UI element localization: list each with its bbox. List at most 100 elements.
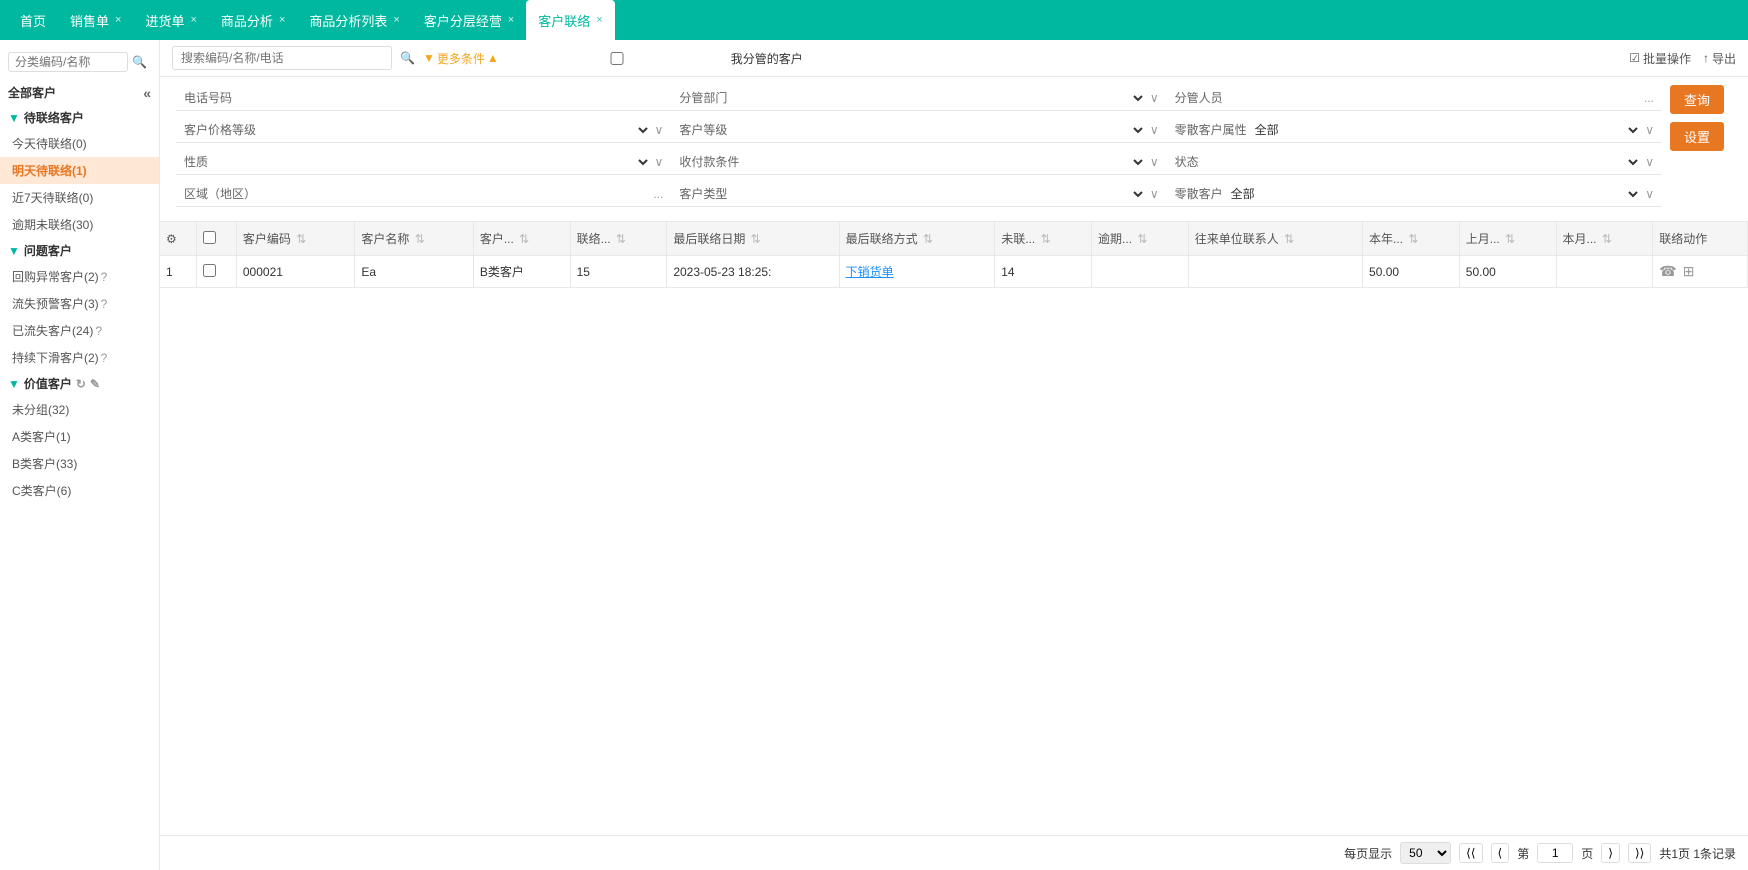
- close-purchase-icon[interactable]: ×: [190, 14, 196, 26]
- set-button[interactable]: 设置: [1670, 122, 1724, 151]
- th-last-date[interactable]: 最后联络日期 ⇅: [667, 222, 839, 256]
- row-action-phone-icon[interactable]: ☎: [1659, 263, 1676, 280]
- group-value-customers[interactable]: ▼ 价值客户 ↻ ✎: [0, 371, 159, 396]
- sidebar-item-7days[interactable]: 近7天待联络(0): [0, 184, 159, 211]
- nav-purchase[interactable]: 进货单 ×: [133, 0, 208, 40]
- th-last-method[interactable]: 最后联络方式 ⇅: [839, 222, 995, 256]
- batch-ops-label: 批量操作: [1643, 50, 1691, 67]
- top-right-actions: ☑ 批量操作 ↑ 导出: [1629, 50, 1736, 67]
- search-input[interactable]: [172, 46, 392, 70]
- th-category[interactable]: 客户... ⇅: [473, 222, 570, 256]
- th-code[interactable]: 客户编码 ⇅: [236, 222, 354, 256]
- retail-attr-select[interactable]: 全部: [1251, 122, 1642, 138]
- person-input[interactable]: [1227, 91, 1640, 105]
- edit-icon[interactable]: ✎: [90, 377, 100, 391]
- th-this-month[interactable]: 本月... ⇅: [1556, 222, 1653, 256]
- sort-lmo-icon: ⇅: [1505, 232, 1515, 246]
- close-sales-icon[interactable]: ×: [115, 14, 121, 26]
- adv-filter-row-3: 性质 ∨ 收付款条件 ∨ 状态 ∨: [176, 149, 1662, 175]
- nav-customer-contact[interactable]: 客户联络 ×: [526, 0, 614, 40]
- filter-cust-level: 客户等级 ∨: [671, 117, 1166, 143]
- th-uncontacted[interactable]: 未联... ⇅: [995, 222, 1092, 256]
- nav-product-list[interactable]: 商品分析列表 ×: [297, 0, 411, 40]
- sidebar-item-declining[interactable]: 持续下滑客户(2) ?: [0, 344, 159, 371]
- nav-customer-tier[interactable]: 客户分层经营 ×: [412, 0, 526, 40]
- sidebar-item-class-a[interactable]: A类客户(1): [0, 423, 159, 450]
- sidebar-item-class-c[interactable]: C类客户(6): [0, 477, 159, 504]
- price-level-select[interactable]: [260, 122, 651, 138]
- th-overdue[interactable]: 逾期... ⇅: [1091, 222, 1188, 256]
- price-chevron-icon: ∨: [655, 123, 664, 137]
- th-checkbox[interactable]: [196, 222, 236, 256]
- sidebar-item-class-b[interactable]: B类客户(33): [0, 450, 159, 477]
- my-customers-checkbox[interactable]: [507, 52, 727, 65]
- th-contact-person[interactable]: 往来单位联系人 ⇅: [1188, 222, 1362, 256]
- th-contact-count[interactable]: 联络... ⇅: [570, 222, 667, 256]
- cell-uncontacted: 14: [995, 256, 1092, 288]
- cell-last-method[interactable]: 下销货单: [839, 256, 995, 288]
- first-page-btn[interactable]: ⟨⟨: [1459, 843, 1482, 863]
- page-number-input[interactable]: [1537, 843, 1573, 863]
- th-settings[interactable]: ⚙: [160, 222, 196, 256]
- region-dots-icon[interactable]: ...: [653, 187, 663, 201]
- last-page-btn[interactable]: ⟩⟩: [1628, 843, 1651, 863]
- sidebar-item-overdue[interactable]: 逾期未联络(30): [0, 211, 159, 238]
- phone-input[interactable]: [236, 91, 663, 105]
- cust-type-select[interactable]: [731, 186, 1146, 202]
- group-value-label: 价值客户: [24, 375, 72, 392]
- filter-more-btn[interactable]: ▼ 更多条件 ▲: [423, 50, 499, 67]
- cell-category: B类客户: [473, 256, 570, 288]
- region-label: 区域（地区）: [184, 185, 256, 202]
- cust-type-chevron: ∨: [1150, 187, 1159, 201]
- close-tier-icon[interactable]: ×: [508, 14, 514, 26]
- row-actions-container: ☎ ⊞: [1659, 263, 1741, 280]
- close-list-icon[interactable]: ×: [393, 14, 399, 26]
- payment-select[interactable]: [743, 154, 1146, 170]
- prev-page-btn[interactable]: ⟨: [1491, 843, 1510, 863]
- region-input[interactable]: [260, 187, 649, 201]
- nav-sales[interactable]: 销售单 ×: [58, 0, 133, 40]
- filter-search-icon[interactable]: 🔍: [400, 51, 415, 65]
- sidebar-item-today[interactable]: 今天待联络(0): [0, 130, 159, 157]
- th-name[interactable]: 客户名称 ⇅: [355, 222, 473, 256]
- table-row: 1 000021 Ea B类客户 15 2023-05-23 18:25: 下销…: [160, 256, 1748, 288]
- th-last-month[interactable]: 上月... ⇅: [1459, 222, 1556, 256]
- cust-level-chevron: ∨: [1150, 123, 1159, 137]
- cust-level-select[interactable]: [731, 122, 1146, 138]
- person-dots-icon[interactable]: ...: [1644, 91, 1654, 105]
- group-problem-customers[interactable]: ▼ 问题客户: [0, 238, 159, 263]
- retail-attr-chevron: ∨: [1645, 123, 1654, 137]
- sidebar-item-repurchase[interactable]: 回购异常客户(2) ?: [0, 263, 159, 290]
- next-page-btn[interactable]: ⟩: [1601, 843, 1620, 863]
- close-contact-icon[interactable]: ×: [596, 14, 602, 26]
- th-this-year[interactable]: 本年... ⇅: [1363, 222, 1460, 256]
- filter-person: 分管人员 ...: [1167, 85, 1662, 111]
- status-select[interactable]: [1203, 154, 1642, 170]
- batch-ops-btn[interactable]: ☑ 批量操作: [1629, 50, 1691, 67]
- nav-home[interactable]: 首页: [8, 0, 58, 40]
- sidebar-item-ungrouped[interactable]: 未分组(32): [0, 396, 159, 423]
- dept-select[interactable]: [731, 90, 1146, 106]
- row-checkbox[interactable]: [203, 264, 216, 277]
- sidebar-search-icon[interactable]: 🔍: [132, 55, 147, 69]
- cell-checkbox[interactable]: [196, 256, 236, 288]
- nature-select[interactable]: [212, 154, 651, 170]
- row-action-more-icon[interactable]: ⊞: [1683, 263, 1695, 280]
- export-btn[interactable]: ↑ 导出: [1703, 50, 1736, 67]
- group-pending-contact[interactable]: ▼ 待联络客户: [0, 105, 159, 130]
- sidebar-item-churned[interactable]: 已流失客户(24) ?: [0, 317, 159, 344]
- refresh-icon[interactable]: ↻: [76, 377, 86, 391]
- select-all-checkbox[interactable]: [203, 231, 216, 244]
- sidebar-item-tomorrow[interactable]: 明天待联络(1): [0, 157, 159, 184]
- all-customers-header[interactable]: 全部客户 «: [0, 80, 159, 105]
- collapse-icon[interactable]: «: [143, 85, 151, 101]
- last-method-link[interactable]: 下销货单: [846, 265, 894, 279]
- sidebar-search-input[interactable]: [8, 52, 128, 72]
- sidebar-item-churn-warning[interactable]: 流失预警客户(3) ?: [0, 290, 159, 317]
- close-product-icon[interactable]: ×: [279, 14, 285, 26]
- retail-cust-select[interactable]: 全部: [1227, 186, 1642, 202]
- sidebar-search-container: 🔍: [0, 48, 159, 76]
- page-size-select[interactable]: 50 100 200: [1400, 842, 1451, 864]
- query-button[interactable]: 查询: [1670, 85, 1724, 114]
- nav-product-analysis[interactable]: 商品分析 ×: [209, 0, 297, 40]
